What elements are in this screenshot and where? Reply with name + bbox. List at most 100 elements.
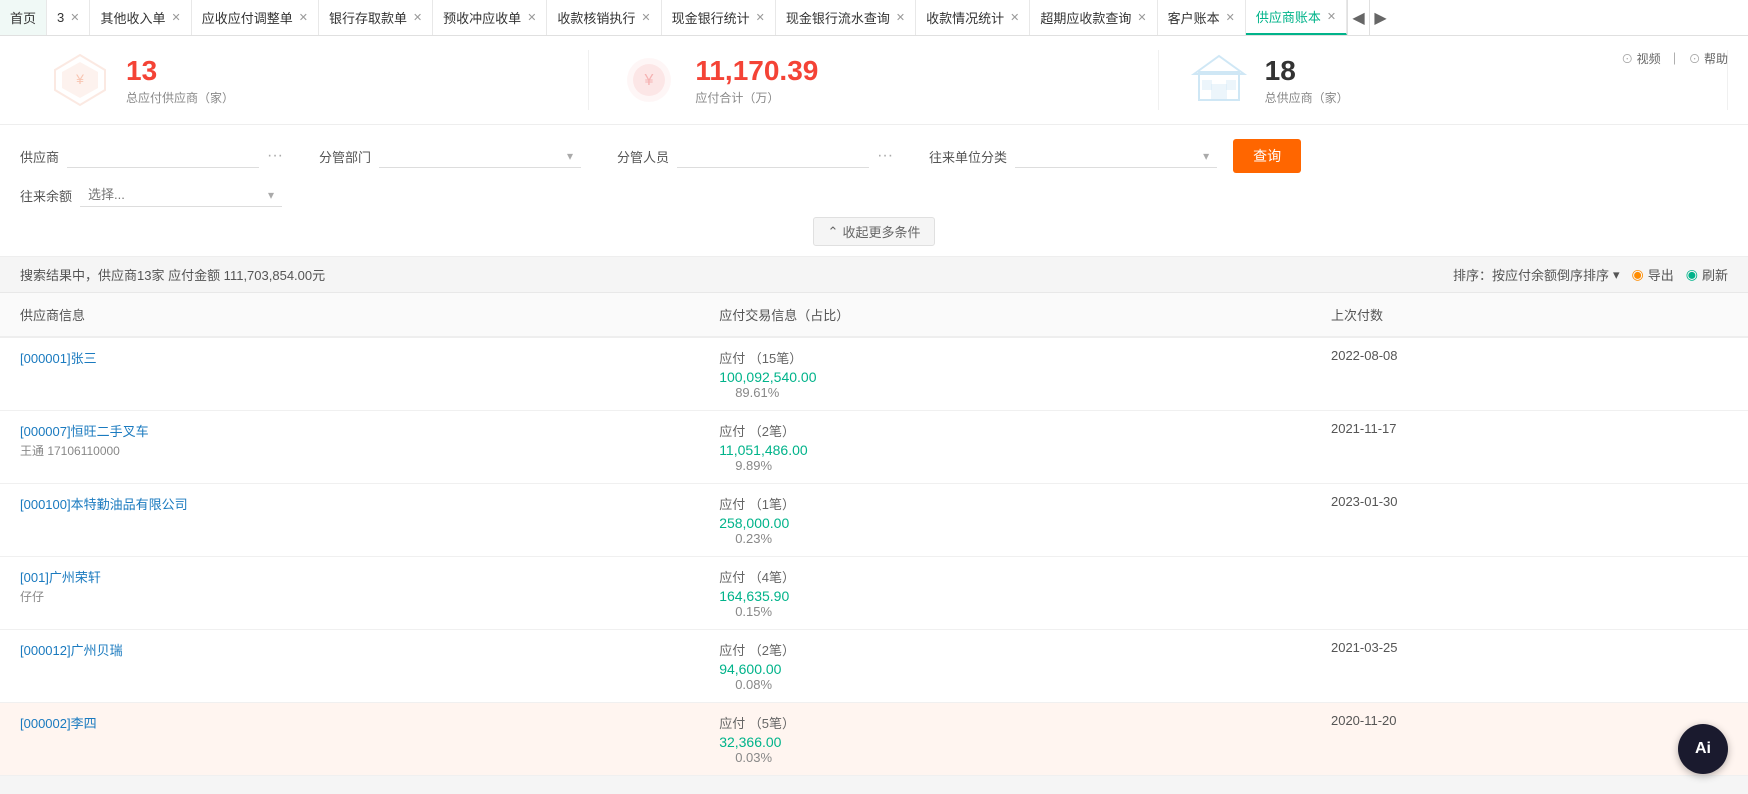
pay-info-cell: 应付 （4笔）164,635.900.15% bbox=[699, 557, 1311, 630]
pay-info-cell: 应付 （1笔）258,000.000.23% bbox=[699, 484, 1311, 557]
filter-row-1: 供应商 ··· 分管部门 ▾ 分管人员 ··· 往来单位分类 ▾ 查询 bbox=[20, 139, 1728, 173]
nav-cash-bank-stat-label: 现金银行统计 bbox=[672, 8, 750, 27]
table-row: [001]广州荣轩仔仔应付 （4笔）164,635.900.15% bbox=[0, 557, 1748, 630]
pay-amount-link[interactable]: 100,092,540.00 bbox=[719, 369, 1291, 385]
supplier-link[interactable]: [000100]本特勤油品有限公司 bbox=[20, 497, 188, 512]
chevron-up-icon: ⌃ bbox=[828, 224, 839, 240]
pay-amount-link[interactable]: 94,600.00 bbox=[719, 661, 1291, 677]
stats-header: ¥ 13 总应付供应商（家） ¥ 11,170.39 应付合计（万） bbox=[0, 36, 1748, 125]
dept-chevron-icon: ▾ bbox=[567, 149, 573, 163]
supplier-dots-icon[interactable]: ··· bbox=[267, 147, 283, 165]
supplier-link[interactable]: [000012]广州贝瑞 bbox=[20, 643, 123, 658]
person-input[interactable] bbox=[677, 144, 869, 168]
nav-prev-arrow[interactable]: ◀ bbox=[1347, 0, 1369, 35]
nav-tab-3[interactable]: 3 ✕ bbox=[47, 0, 90, 35]
dept-select[interactable]: ▾ bbox=[379, 144, 581, 168]
pay-amount-link[interactable]: 164,635.90 bbox=[719, 588, 1291, 604]
pay-percentage: 89.61% bbox=[735, 385, 779, 400]
close-icon[interactable]: ✕ bbox=[527, 11, 536, 24]
category-filter: 往来单位分类 ▾ bbox=[929, 144, 1217, 168]
supplier-cell: [000001]张三 bbox=[0, 337, 699, 411]
pay-amount-link[interactable]: 32,366.00 bbox=[719, 734, 1291, 750]
circle-icon: ⊙ bbox=[1621, 52, 1633, 66]
pay-amount-link[interactable]: 11,051,486.00 bbox=[719, 442, 1291, 458]
pay-info-cell: 应付 （2笔）94,600.000.08% bbox=[699, 630, 1311, 703]
stat-payable-suppliers: ¥ 13 总应付供应商（家） bbox=[20, 50, 589, 110]
nav-prepay[interactable]: 预收冲应收单 ✕ bbox=[433, 0, 547, 35]
last-pay-cell: 2023-01-30 bbox=[1311, 484, 1748, 557]
table-row: [000100]本特勤油品有限公司应付 （1笔）258,000.000.23%2… bbox=[0, 484, 1748, 557]
supplier-link[interactable]: [001]广州荣轩 bbox=[20, 570, 101, 585]
help-link[interactable]: ⊙ 帮助 bbox=[1689, 50, 1728, 67]
close-icon[interactable]: ✕ bbox=[896, 11, 905, 24]
nav-cash-bank-stat[interactable]: 现金银行统计 ✕ bbox=[662, 0, 776, 35]
last-pay-date: 2023-01-30 bbox=[1331, 494, 1398, 509]
category-select[interactable]: ▾ bbox=[1015, 144, 1217, 168]
nav-next-arrow[interactable]: ▶ bbox=[1369, 0, 1391, 35]
stat-total-suppliers-number: 18 bbox=[1265, 54, 1349, 88]
help-label: 帮助 bbox=[1704, 52, 1728, 66]
category-input[interactable] bbox=[1023, 148, 1199, 163]
nav-collection[interactable]: 收款核销执行 ✕ bbox=[547, 0, 661, 35]
query-button[interactable]: 查询 bbox=[1233, 139, 1301, 173]
close-icon[interactable]: ✕ bbox=[1137, 11, 1146, 24]
table-row: [000012]广州贝瑞应付 （2笔）94,600.000.08%2021-03… bbox=[0, 630, 1748, 703]
export-button[interactable]: ◉ 导出 bbox=[1632, 265, 1674, 284]
pay-percentage: 0.08% bbox=[735, 677, 772, 692]
results-summary: 搜索结果中，供应商13家 应付金额 111,703,854.00元 bbox=[20, 265, 325, 284]
supplier-link[interactable]: [000002]李四 bbox=[20, 716, 97, 731]
ai-assistant-button[interactable]: Ai bbox=[1678, 724, 1728, 774]
nav-bank-deposit[interactable]: 银行存取款单 ✕ bbox=[319, 0, 433, 35]
data-table-container: 供应商信息 应付交易信息（占比） 上次付数 [000001]张三应付 （15笔）… bbox=[0, 293, 1748, 776]
close-icon[interactable]: ✕ bbox=[1226, 11, 1235, 24]
supplier-cell: [001]广州荣轩仔仔 bbox=[0, 557, 699, 630]
help-circle-icon: ⊙ bbox=[1689, 52, 1701, 66]
balance-select[interactable]: ▾ bbox=[80, 183, 282, 207]
nav-collection-label: 收款核销执行 bbox=[557, 8, 635, 27]
sort-dropdown[interactable]: 排序：按应付余额倒序排序 ▾ bbox=[1453, 265, 1620, 284]
nav-overdue-label: 超期应收款查询 bbox=[1040, 8, 1131, 27]
close-icon[interactable]: ✕ bbox=[171, 11, 180, 24]
dept-filter: 分管部门 ▾ bbox=[319, 144, 581, 168]
close-icon[interactable]: ✕ bbox=[641, 11, 650, 24]
collapse-button[interactable]: ⌃ 收起更多条件 bbox=[813, 217, 936, 246]
stat-payable-suppliers-content: 13 总应付供应商（家） bbox=[126, 54, 234, 107]
nav-home[interactable]: 首页 bbox=[0, 0, 47, 35]
close-icon[interactable]: ✕ bbox=[1327, 10, 1336, 23]
close-icon[interactable]: ✕ bbox=[299, 11, 308, 24]
nav-supplier-ledger[interactable]: 供应商账本 ✕ bbox=[1246, 0, 1347, 35]
video-label: 视频 bbox=[1637, 52, 1661, 66]
video-link[interactable]: ⊙ 视频 bbox=[1621, 50, 1660, 67]
close-icon[interactable]: ✕ bbox=[70, 11, 79, 24]
pay-amount-link[interactable]: 258,000.00 bbox=[719, 515, 1291, 531]
close-icon[interactable]: ✕ bbox=[413, 11, 422, 24]
stat-payable-total-number: 11,170.39 bbox=[695, 54, 818, 88]
diamond-icon: ¥ bbox=[50, 50, 110, 110]
refresh-button[interactable]: ◉ 刷新 bbox=[1686, 265, 1728, 284]
last-pay-cell: 2022-08-08 bbox=[1311, 337, 1748, 411]
col-pay-info: 应付交易信息（占比） bbox=[699, 293, 1311, 337]
person-label: 分管人员 bbox=[617, 147, 669, 166]
separator: ｜ bbox=[1669, 50, 1681, 67]
nav-overdue[interactable]: 超期应收款查询 ✕ bbox=[1030, 0, 1157, 35]
person-dots-icon[interactable]: ··· bbox=[877, 147, 893, 165]
supplier-cell: [000012]广州贝瑞 bbox=[0, 630, 699, 703]
supplier-input[interactable] bbox=[67, 144, 259, 168]
close-icon[interactable]: ✕ bbox=[1010, 11, 1019, 24]
nav-customer-ledger[interactable]: 客户账本 ✕ bbox=[1158, 0, 1246, 35]
dept-input[interactable] bbox=[387, 148, 563, 163]
close-icon[interactable]: ✕ bbox=[756, 11, 765, 24]
pay-label: 应付 （2笔） bbox=[719, 424, 795, 439]
nav-other-income[interactable]: 其他收入单 ✕ bbox=[90, 0, 191, 35]
supplier-link[interactable]: [000007]恒旺二手叉车 bbox=[20, 424, 149, 439]
pay-label: 应付 （15笔） bbox=[719, 351, 802, 366]
shop-icon bbox=[1189, 50, 1249, 110]
nav-cash-bank-flow[interactable]: 现金银行流水查询 ✕ bbox=[776, 0, 916, 35]
balance-input[interactable] bbox=[88, 187, 264, 202]
supplier-link[interactable]: [000001]张三 bbox=[20, 351, 97, 366]
supplier-cell: [000002]李四 bbox=[0, 703, 699, 776]
refresh-label: 刷新 bbox=[1702, 265, 1728, 284]
nav-collect-stat[interactable]: 收款情况统计 ✕ bbox=[916, 0, 1030, 35]
refresh-icon: ◉ bbox=[1686, 266, 1698, 283]
nav-adjustment[interactable]: 应收应付调整单 ✕ bbox=[192, 0, 319, 35]
